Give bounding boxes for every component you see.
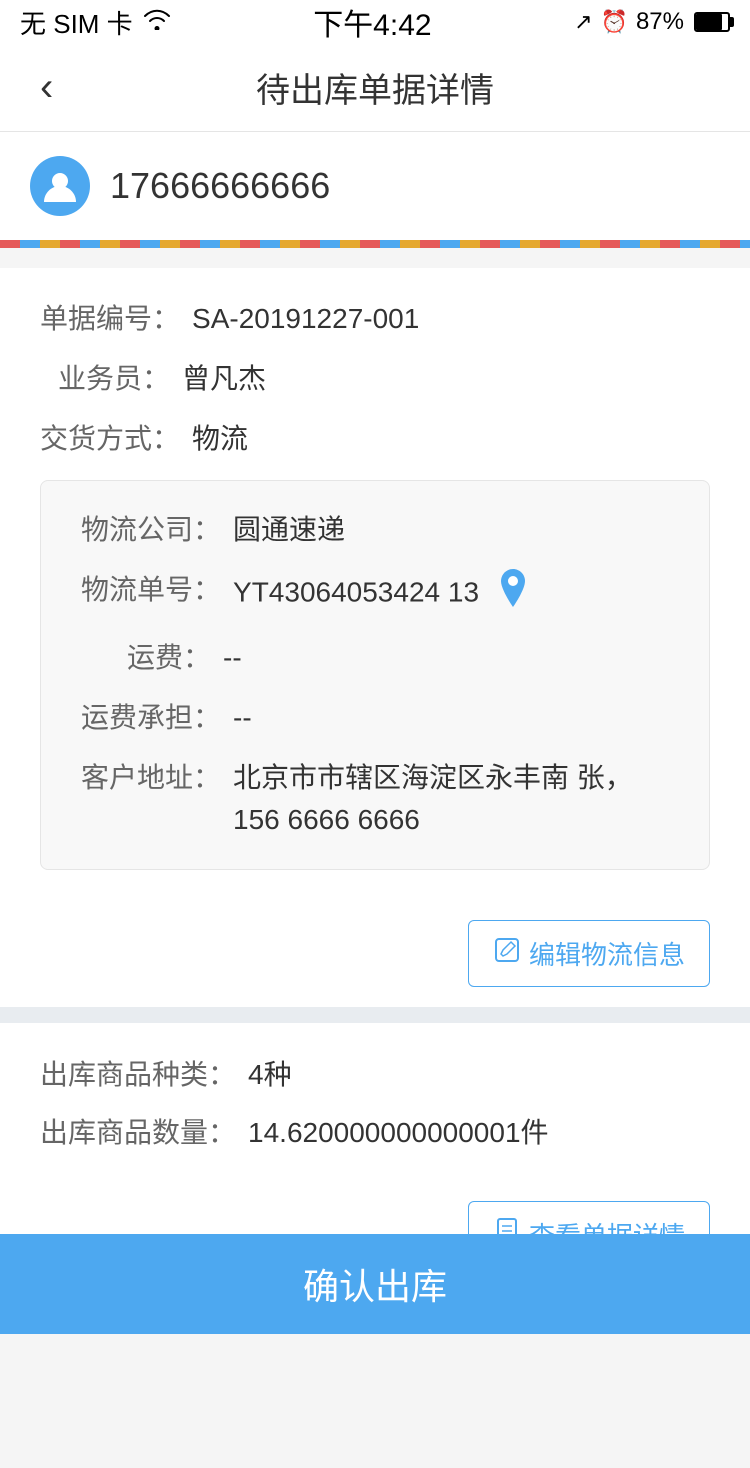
document-number-row: 单据编号： SA-20191227-001: [40, 298, 710, 340]
freight-bearer-label: 运费承担：: [81, 697, 221, 739]
address-row: 客户地址： 北京市市辖区海淀区永丰南 张，156 6666 6666: [81, 757, 669, 841]
document-number-label: 单据编号：: [40, 298, 180, 340]
sales-rep-label: 业务员：: [40, 358, 170, 400]
freight-label: 运费：: [81, 637, 211, 679]
section-separator: [0, 1007, 750, 1023]
logistics-company-value: 圆通速递: [233, 509, 669, 551]
address-value: 北京市市辖区海淀区永丰南 张，156 6666 6666: [233, 757, 669, 841]
back-button[interactable]: ‹: [30, 55, 63, 120]
customer-header: 17666666666: [0, 132, 750, 240]
edit-action-row: 编辑物流信息: [0, 900, 750, 1007]
goods-card: 出库商品种类： 4种 出库商品数量： 14.620000000000001件: [0, 1023, 750, 1181]
status-left: 无 SIM 卡: [20, 4, 171, 41]
delivery-method-value: 物流: [192, 418, 710, 460]
wifi-icon: [143, 8, 171, 36]
document-info-card: 单据编号： SA-20191227-001 业务员： 曾凡杰 交货方式： 物流 …: [0, 268, 750, 900]
logistics-company-row: 物流公司： 圆通速递: [81, 509, 669, 551]
delivery-method-row: 交货方式： 物流: [40, 418, 710, 460]
logistics-company-label: 物流公司：: [81, 509, 221, 551]
edit-icon: [493, 936, 521, 971]
battery-icon: [694, 12, 730, 32]
status-time: 下午4:42: [313, 0, 431, 44]
nav-bar: ‹ 待出库单据详情: [0, 44, 750, 132]
freight-bearer-row: 运费承担： --: [81, 697, 669, 739]
location-status-icon: ↗: [574, 9, 592, 35]
confirm-button[interactable]: 确认出库: [303, 1258, 447, 1310]
goods-quantity-value: 14.620000000000001件: [248, 1111, 549, 1151]
freight-row: 运费： --: [81, 637, 669, 679]
freight-bearer-value: --: [233, 697, 669, 739]
goods-types-label: 出库商品种类：: [40, 1053, 236, 1093]
address-label: 客户地址：: [81, 757, 221, 799]
edit-logistics-label: 编辑物流信息: [529, 935, 685, 972]
sales-rep-row: 业务员： 曾凡杰: [40, 358, 710, 400]
status-right: ↗ ⏰ 87%: [574, 8, 730, 36]
battery-label: 87%: [636, 8, 684, 36]
alarm-icon: ⏰: [601, 9, 628, 35]
tracking-number-value: YT43064053424 13: [233, 569, 669, 619]
status-bar: 无 SIM 卡 下午4:42 ↗ ⏰ 87%: [0, 0, 750, 44]
carrier-label: 无 SIM 卡: [20, 4, 133, 41]
logistics-box: 物流公司： 圆通速递 物流单号： YT43064053424 13 运费：: [40, 480, 710, 870]
customer-phone: 17666666666: [110, 165, 330, 207]
document-number-value: SA-20191227-001: [192, 298, 710, 340]
tracking-number-label: 物流单号：: [81, 569, 221, 611]
freight-value: --: [223, 637, 669, 679]
page-title: 待出库单据详情: [256, 63, 494, 112]
delivery-method-label: 交货方式：: [40, 418, 180, 460]
confirm-bar: 确认出库: [0, 1234, 750, 1334]
edit-logistics-button[interactable]: 编辑物流信息: [468, 920, 710, 987]
goods-types-row: 出库商品种类： 4种: [40, 1053, 710, 1093]
avatar: [30, 156, 90, 216]
sales-rep-value: 曾凡杰: [182, 358, 710, 400]
goods-quantity-row: 出库商品数量： 14.620000000000001件: [40, 1111, 710, 1151]
tracking-number-row: 物流单号： YT43064053424 13: [81, 569, 669, 619]
dashed-divider: [0, 240, 750, 248]
goods-types-value: 4种: [248, 1053, 292, 1093]
goods-quantity-label: 出库商品数量：: [40, 1111, 236, 1151]
location-pin-icon[interactable]: [497, 569, 529, 619]
